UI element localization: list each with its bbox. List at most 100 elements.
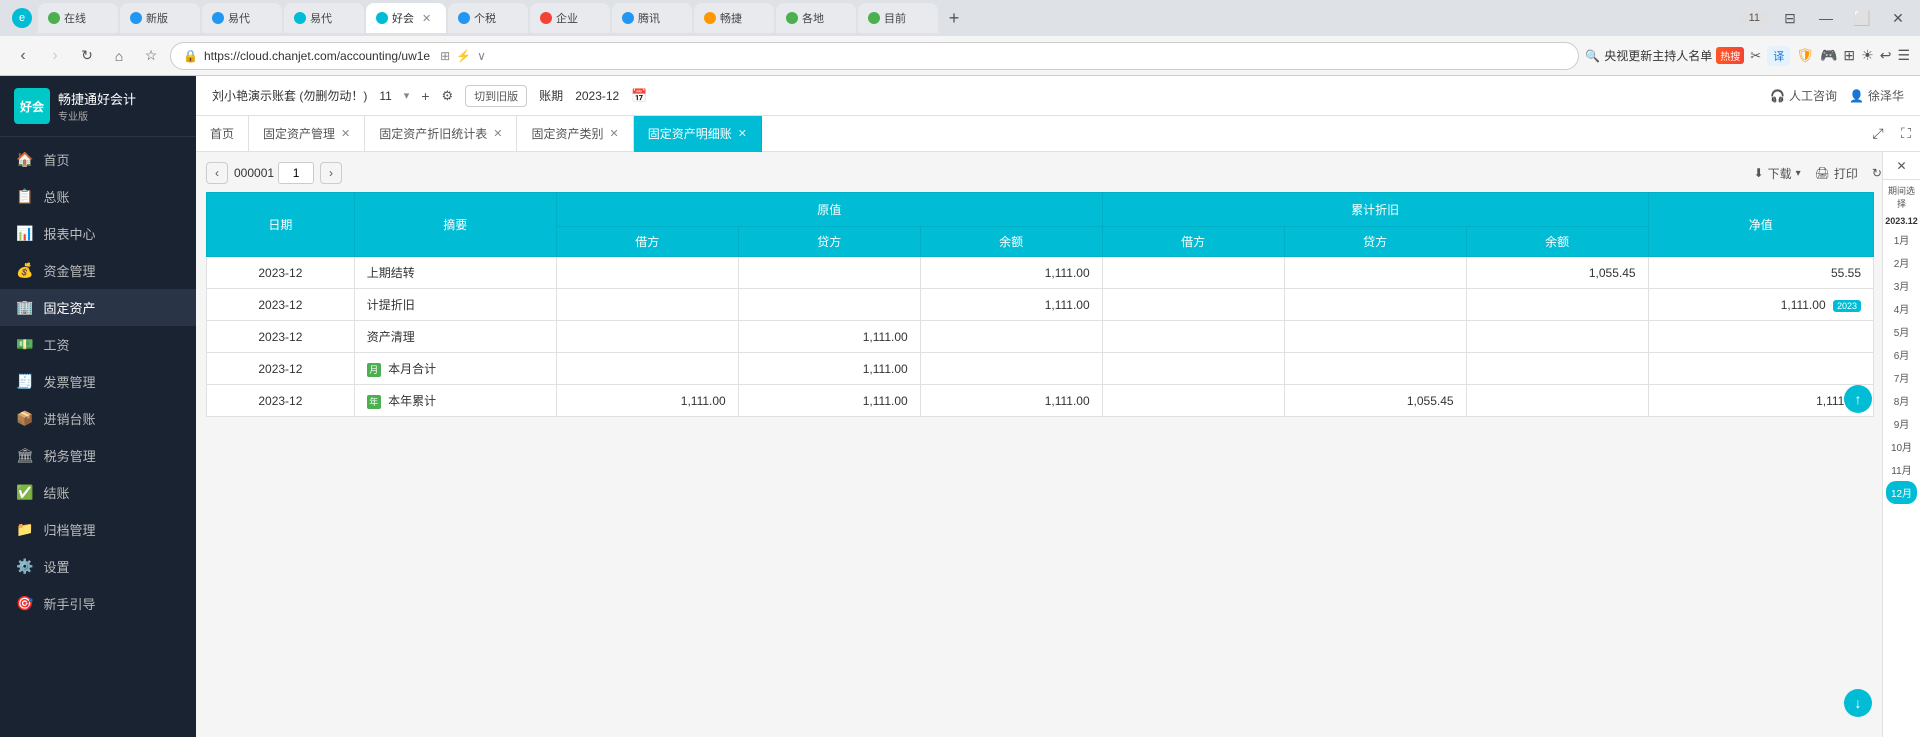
period-month-4[interactable]: 4月 (1883, 297, 1920, 320)
page-tab-fixed-mgmt[interactable]: 固定资产管理 ✕ (249, 116, 365, 152)
cell-orig-debit (556, 257, 738, 289)
home-button[interactable]: ⌂ (106, 43, 132, 69)
period-month-3[interactable]: 3月 (1883, 274, 1920, 297)
reload-button[interactable]: ↻ (74, 43, 100, 69)
sidebar-item-home[interactable]: 🏠 首页 (0, 141, 196, 178)
period-month-10[interactable]: 10月 (1883, 435, 1920, 458)
tab-label: 固定资产管理 (263, 125, 335, 142)
cell-net-value: 55.55 (1648, 257, 1873, 289)
notification-badge[interactable]: 11 (1741, 10, 1768, 26)
translate-icon[interactable]: 译 (1767, 46, 1790, 66)
dropdown-icon[interactable]: ∨ (477, 49, 486, 63)
sidebar-item-tax[interactable]: 🏛 税务管理 (0, 437, 196, 474)
cell-dep-balance (1466, 385, 1648, 417)
browser-tab[interactable]: 腾讯 (612, 3, 692, 33)
sidebar-item-payroll[interactable]: 💵 工资 (0, 326, 196, 363)
sidebar-item-report[interactable]: 📊 报表中心 (0, 215, 196, 252)
col-original: 原值 (556, 193, 1102, 227)
download-btn[interactable]: ⬇ 下载 ▾ (1754, 165, 1801, 182)
brightness-icon[interactable]: ☀ (1861, 47, 1874, 64)
address-bar[interactable]: 🔒 https://cloud.chanjet.com/accounting/u… (170, 42, 1579, 70)
ssl-icon: 🔒 (183, 49, 198, 63)
period-month-1[interactable]: 1月 (1883, 228, 1920, 251)
back-button[interactable]: ‹ (10, 43, 36, 69)
browser-tab[interactable]: 企业 (530, 3, 610, 33)
tab-close-icon[interactable]: ✕ (738, 127, 747, 140)
browser-tab[interactable]: 目前 (858, 3, 938, 33)
cell-net-value: 1,111.00 (1648, 385, 1873, 417)
history-icon[interactable]: ↩ (1880, 47, 1892, 64)
page-tab-home[interactable]: 首页 (196, 116, 249, 152)
scroll-down-btn[interactable]: ↓ (1844, 689, 1872, 717)
sidebar-item-ledger[interactable]: 📋 总账 (0, 178, 196, 215)
period-month-6[interactable]: 6月 (1883, 343, 1920, 366)
browser-tab[interactable]: 畅捷 (694, 3, 774, 33)
user-avatar-btn[interactable]: 👤 徐泽华 (1849, 87, 1904, 104)
tab-close-icon[interactable]: ✕ (493, 127, 502, 140)
menu-label: 进销台账 (43, 409, 95, 428)
browser-tab[interactable]: 易代 (202, 3, 282, 33)
sidebar-item-fund[interactable]: 💰 资金管理 (0, 252, 196, 289)
scroll-up-btn[interactable]: ↑ (1844, 385, 1872, 413)
calendar-icon[interactable]: 📅 (631, 88, 647, 104)
switch-version-btn[interactable]: 切到旧版 (465, 85, 527, 107)
service-btn[interactable]: 🎧 人工咨询 (1770, 87, 1837, 104)
period-month-7[interactable]: 7月 (1883, 366, 1920, 389)
sidebar-item-guide[interactable]: 🎯 新手引导 (0, 585, 196, 622)
shield-icon[interactable]: 🛡 (1796, 47, 1814, 64)
next-page-btn[interactable]: › (320, 162, 342, 184)
new-tab-button[interactable]: + (940, 4, 968, 32)
tax-icon: 🏛 (16, 447, 34, 464)
browser-tab[interactable]: 各地 (776, 3, 856, 33)
page-number-input[interactable] (278, 162, 314, 184)
browser-tab[interactable]: 新版 (120, 3, 200, 33)
sidebar-item-archive[interactable]: 📁 归档管理 (0, 511, 196, 548)
window-close-btn[interactable]: ✕ (1884, 4, 1912, 32)
gamepad-icon[interactable]: 🎮 (1820, 47, 1837, 64)
tab-close-icon[interactable]: ✕ (341, 127, 350, 140)
print-btn[interactable]: 🖨 打印 (1815, 165, 1858, 182)
sidebar-brand: 好会 畅捷通好会计 专业版 (0, 76, 196, 137)
sidebar-item-closing[interactable]: ✅ 结账 (0, 474, 196, 511)
period-month-5[interactable]: 5月 (1883, 320, 1920, 343)
page-tab-dep-stat[interactable]: 固定资产折旧统计表 ✕ (365, 116, 517, 152)
period-month-2[interactable]: 2月 (1883, 251, 1920, 274)
sidebar-item-invoice[interactable]: 🧾 发票管理 (0, 363, 196, 400)
period-month-12-active[interactable]: 12月 (1886, 481, 1917, 504)
grid-icon[interactable]: ⊞ (1843, 47, 1855, 64)
window-minimize-btn[interactable]: — (1812, 4, 1840, 32)
fund-icon: 💰 (16, 262, 33, 279)
window-maximize-btn[interactable]: ⬜ (1848, 4, 1876, 32)
tab-close-icon[interactable]: ✕ (422, 12, 431, 25)
page-maximize-btn[interactable]: ⤢ (1864, 116, 1892, 152)
site-info-icon: ⊞ (440, 49, 450, 63)
page-tab-cat[interactable]: 固定资产类别 ✕ (517, 116, 633, 152)
add-account-btn[interactable]: + (421, 88, 429, 104)
sidebar-item-fixed[interactable]: 🏢 固定资产 (0, 289, 196, 326)
cell-orig-credit (738, 257, 920, 289)
page-tab-detail-active[interactable]: 固定资产明细账 ✕ (634, 116, 762, 152)
tab-label: 腾讯 (638, 10, 660, 26)
prev-page-btn[interactable]: ‹ (206, 162, 228, 184)
scissors-icon[interactable]: ✂ (1750, 48, 1761, 64)
period-month-11[interactable]: 11月 (1883, 458, 1920, 481)
browser-tab[interactable]: 易代 (284, 3, 364, 33)
browser-tab[interactable]: 个税 (448, 3, 528, 33)
sidebar-item-inventory[interactable]: 📦 进销台账 (0, 400, 196, 437)
period-month-8[interactable]: 8月 (1883, 389, 1920, 412)
dropdown-arrow[interactable]: ▾ (404, 89, 410, 102)
window-restore-btn[interactable]: ⊟ (1776, 4, 1804, 32)
tab-close-icon[interactable]: ✕ (610, 127, 619, 140)
browser-tab[interactable]: 在线 (38, 3, 118, 33)
period-month-9[interactable]: 9月 (1883, 412, 1920, 435)
bookmark-button[interactable]: ☆ (138, 43, 164, 69)
forward-button[interactable]: › (42, 43, 68, 69)
menu-label: 设置 (43, 557, 69, 576)
cell-orig-credit (738, 289, 920, 321)
browser-tab-active[interactable]: 好会 ✕ (366, 3, 446, 33)
panel-close-btn[interactable]: ✕ (1883, 152, 1920, 180)
page-fullscreen-btn[interactable]: ⛶ (1892, 116, 1920, 152)
menu-icon[interactable]: ☰ (1897, 47, 1910, 64)
settings-small-icon[interactable]: ⚙ (442, 88, 454, 104)
sidebar-item-settings[interactable]: ⚙️ 设置 (0, 548, 196, 585)
